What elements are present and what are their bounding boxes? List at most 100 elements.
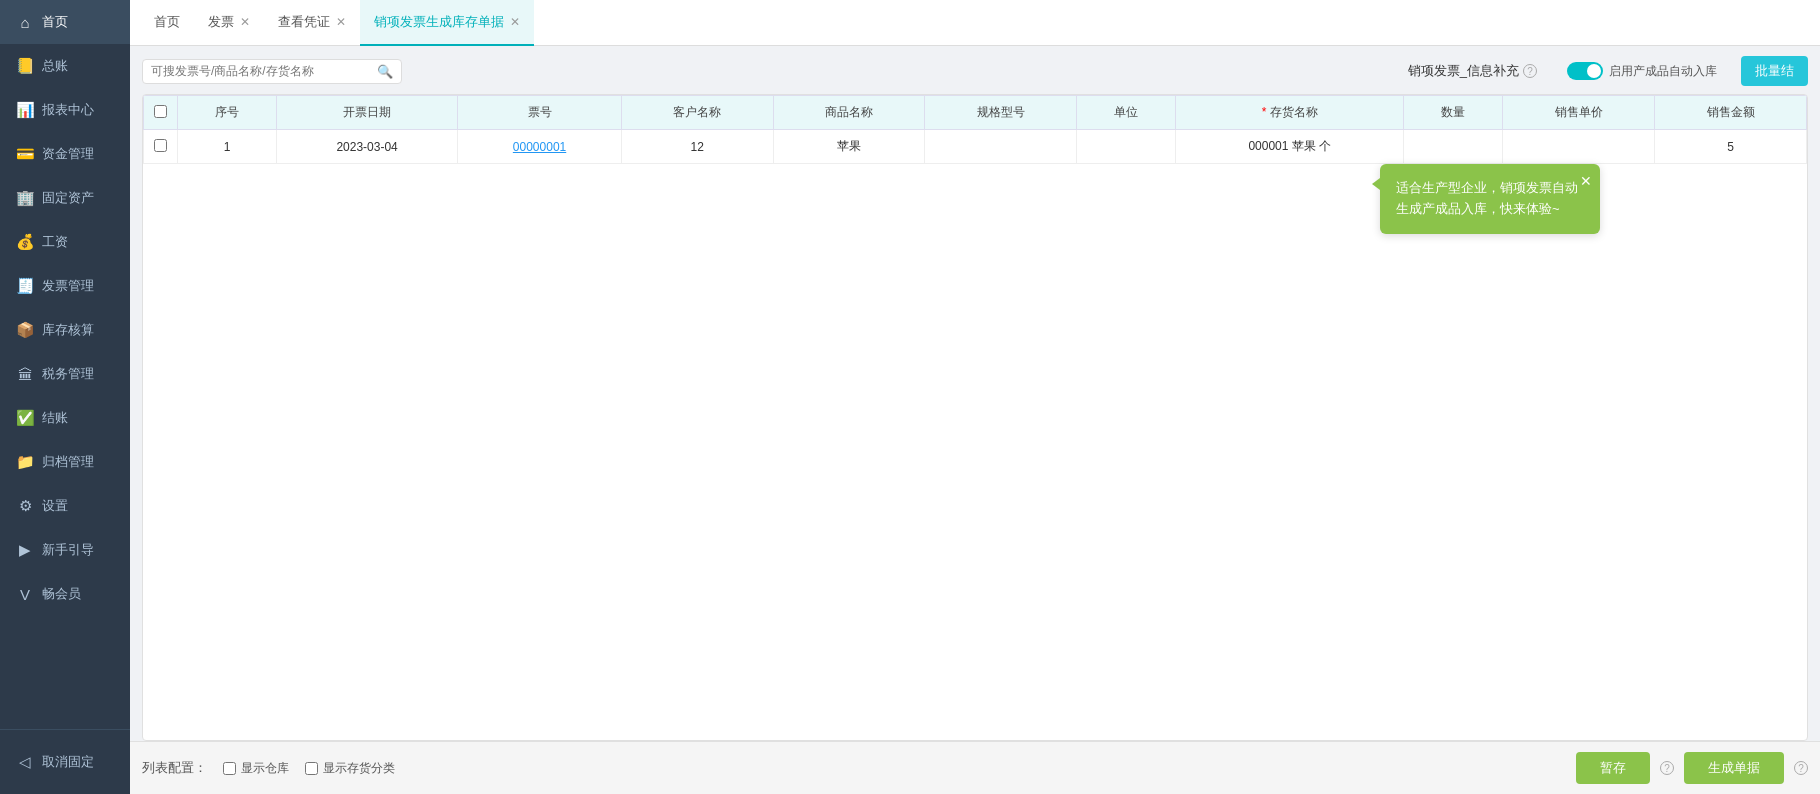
toggle-area: 启用产成品自动入库 [1567,62,1717,80]
sidebar-item-fixed-assets[interactable]: 🏢 固定资产 [0,176,130,220]
tab-home[interactable]: 首页 [140,0,194,46]
row-price [1503,130,1655,164]
tooltip-box: ✕ 适合生产型企业，销项发票自动生成产成品入库，快来体验~ [1380,164,1600,234]
close-voucher-tab[interactable]: ✕ [336,15,346,29]
sidebar-item-member[interactable]: V 畅会员 [0,572,130,616]
sidebar-item-label: 资金管理 [42,145,94,163]
tab-generate-label: 销项发票生成库存单据 [374,13,504,31]
row-amount: 5 [1655,130,1807,164]
toolbar: 🔍 销项发票_信息补充 ? 启用产成品自动入库 批量结 [142,56,1808,86]
content-area: 🔍 销项发票_信息补充 ? 启用产成品自动入库 批量结 [130,46,1820,741]
unfix-icon: ◁ [16,753,34,771]
sidebar-item-label: 设置 [42,497,68,515]
th-amount: 销售金额 [1655,96,1807,130]
sidebar-item-payroll[interactable]: 💰 工资 [0,220,130,264]
sidebar-item-label: 发票管理 [42,277,94,295]
member-icon: V [16,586,34,603]
sidebar-item-label: 归档管理 [42,453,94,471]
main-area: 首页 发票 ✕ 查看凭证 ✕ 销项发票生成库存单据 ✕ 🔍 销项发票_信息补充 … [130,0,1820,794]
th-seq: 序号 [178,96,277,130]
fund-icon: 💳 [16,145,34,163]
save-help-icon[interactable]: ? [1660,761,1674,775]
data-table: 序号 开票日期 票号 客户名称 商品名称 规格型号 单位 存货名称 数量 销售单… [143,95,1807,164]
sidebar-item-label: 总账 [42,57,68,75]
row-inventory: 000001 苹果 个 [1176,130,1404,164]
sidebar-item-label: 税务管理 [42,365,94,383]
inventory-icon: 📦 [16,321,34,339]
table-row: 1 2023-03-04 00000001 12 苹果 000001 苹果 个 … [144,130,1807,164]
batch-button[interactable]: 批量结 [1741,56,1808,86]
sidebar-item-label: 畅会员 [42,585,81,603]
sidebar-item-settings[interactable]: ⚙ 设置 [0,484,130,528]
info-label: 销项发票_信息补充 ? [1408,62,1537,80]
toggle-label: 启用产成品自动入库 [1609,63,1717,80]
tab-voucher-label: 查看凭证 [278,13,330,31]
sidebar-item-report-center[interactable]: 📊 报表中心 [0,88,130,132]
show-warehouse-wrap: 显示仓库 [223,760,289,777]
th-goods: 商品名称 [773,96,925,130]
th-unit: 单位 [1077,96,1176,130]
tab-generate[interactable]: 销项发票生成库存单据 ✕ [360,0,534,46]
sidebar-item-invoice-mgmt[interactable]: 🧾 发票管理 [0,264,130,308]
unfix-button[interactable]: ◁ 取消固定 [0,740,130,784]
sidebar-item-label: 新手引导 [42,541,94,559]
th-customer: 客户名称 [621,96,773,130]
th-price: 销售单价 [1503,96,1655,130]
row-qty [1404,130,1503,164]
sidebar-item-guide[interactable]: ▶ 新手引导 [0,528,130,572]
sidebar-bottom: ◁ 取消固定 [0,729,130,794]
sidebar: ⌂ 首页 📒 总账 📊 报表中心 💳 资金管理 🏢 固定资产 💰 工资 🧾 发票… [0,0,130,794]
show-category-checkbox[interactable] [305,762,318,775]
tax-icon: 🏛 [16,366,34,383]
settings-icon: ⚙ [16,497,34,515]
home-icon: ⌂ [16,14,34,31]
tooltip-close-button[interactable]: ✕ [1580,170,1592,192]
sidebar-item-label: 库存核算 [42,321,94,339]
close-invoice-tab[interactable]: ✕ [240,15,250,29]
info-text: 销项发票_信息补充 [1408,62,1519,80]
search-icon: 🔍 [377,64,393,79]
th-qty: 数量 [1404,96,1503,130]
report-icon: 📊 [16,101,34,119]
generate-button[interactable]: 生成单据 [1684,752,1784,784]
row-seq: 1 [178,130,277,164]
payroll-icon: 💰 [16,233,34,251]
row-checkbox[interactable] [154,139,167,152]
show-warehouse-label: 显示仓库 [241,760,289,777]
invoice-icon: 🧾 [16,277,34,295]
sidebar-item-label: 首页 [42,13,68,31]
auto-warehouse-toggle[interactable] [1567,62,1603,80]
sidebar-item-settlement[interactable]: ✅ 结账 [0,396,130,440]
sidebar-item-fund-mgmt[interactable]: 💳 资金管理 [0,132,130,176]
sidebar-item-general-ledger[interactable]: 📒 总账 [0,44,130,88]
sidebar-item-label: 报表中心 [42,101,94,119]
unfix-label: 取消固定 [42,753,94,771]
sidebar-item-label: 结账 [42,409,68,427]
sidebar-item-tax-mgmt[interactable]: 🏛 税务管理 [0,352,130,396]
gen-help-icon[interactable]: ? [1794,761,1808,775]
tab-voucher[interactable]: 查看凭证 ✕ [264,0,360,46]
save-button[interactable]: 暂存 [1576,752,1650,784]
sidebar-item-inventory[interactable]: 📦 库存核算 [0,308,130,352]
config-label: 列表配置： [142,759,207,777]
bottom-buttons: 暂存 ? 生成单据 ? [1576,752,1808,784]
row-number: 00000001 [458,130,622,164]
info-help-icon[interactable]: ? [1523,64,1537,78]
show-category-wrap: 显示存货分类 [305,760,395,777]
select-all-checkbox[interactable] [154,105,167,118]
show-warehouse-checkbox[interactable] [223,762,236,775]
row-number-link[interactable]: 00000001 [513,140,566,154]
row-checkbox-cell [144,130,178,164]
tab-home-label: 首页 [154,13,180,31]
tab-bar: 首页 发票 ✕ 查看凭证 ✕ 销项发票生成库存单据 ✕ [130,0,1820,46]
sidebar-item-archive-mgmt[interactable]: 📁 归档管理 [0,440,130,484]
search-input[interactable] [151,64,377,78]
sidebar-item-home[interactable]: ⌂ 首页 [0,0,130,44]
close-generate-tab[interactable]: ✕ [510,15,520,29]
row-spec [925,130,1077,164]
search-box[interactable]: 🔍 [142,59,402,84]
th-inventory: 存货名称 [1176,96,1404,130]
tab-invoice[interactable]: 发票 ✕ [194,0,264,46]
sidebar-item-label: 工资 [42,233,68,251]
th-spec: 规格型号 [925,96,1077,130]
